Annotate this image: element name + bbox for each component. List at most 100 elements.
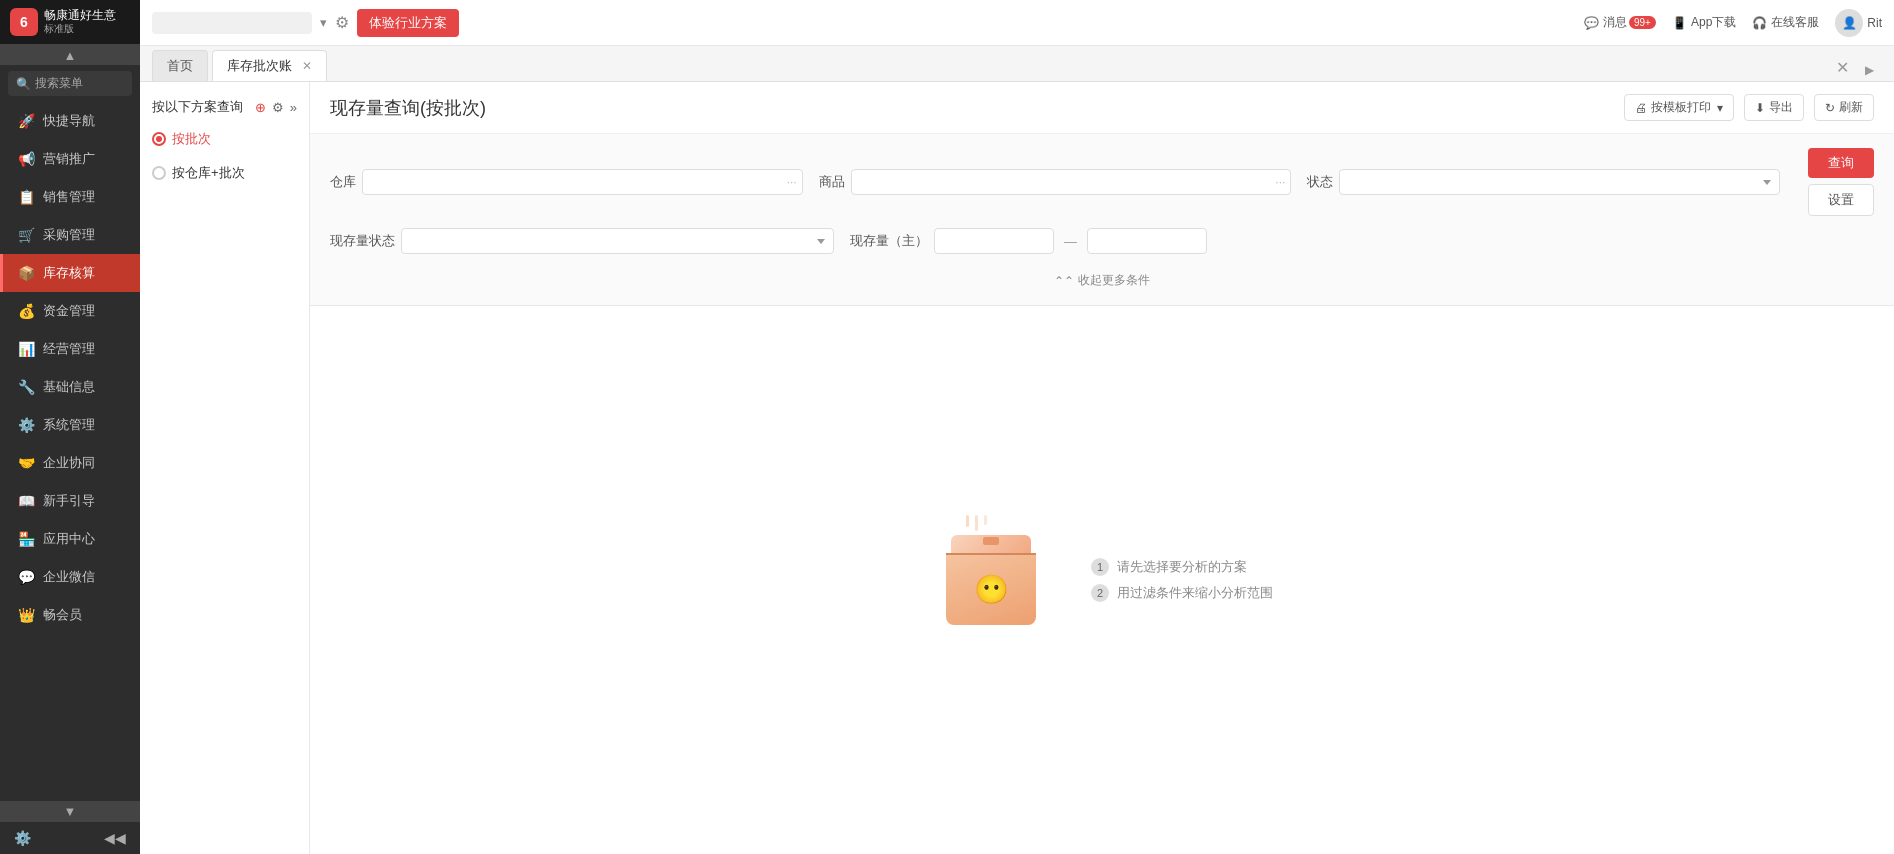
sidebar-item-label: 营销推广 bbox=[43, 150, 95, 168]
sidebar-item-basic[interactable]: 🔧 基础信息 bbox=[0, 368, 140, 406]
hint-item-2: 2 用过滤条件来缩小分析范围 bbox=[1091, 584, 1273, 602]
settings-btn[interactable]: 设置 bbox=[1808, 184, 1874, 216]
sidebar-item-marketing[interactable]: 📢 营销推广 bbox=[0, 140, 140, 178]
steam-3 bbox=[984, 515, 987, 525]
export-btn[interactable]: ⬇ 导出 bbox=[1744, 94, 1804, 121]
sidebar-item-label: 经营管理 bbox=[43, 340, 95, 358]
box-body: 😶 bbox=[946, 553, 1036, 625]
refresh-btn[interactable]: ↻ 刷新 bbox=[1814, 94, 1874, 121]
form-row-1: 仓库 ··· 商品 ··· 状态 bbox=[330, 148, 1874, 216]
user-profile[interactable]: 👤 Rit bbox=[1835, 9, 1882, 37]
hint-text-1: 请先选择要分析的方案 bbox=[1117, 558, 1247, 576]
page-content: 按以下方案查询 ⊕ ⚙ » 按批次 按仓库+批次 现存量查询(按批次) bbox=[140, 82, 1894, 854]
online-service-btn[interactable]: 🎧 在线客服 bbox=[1752, 14, 1819, 31]
stock-status-select[interactable] bbox=[401, 228, 834, 254]
box-line bbox=[946, 553, 1036, 555]
search-form: 仓库 ··· 商品 ··· 状态 bbox=[310, 134, 1894, 306]
experience-btn[interactable]: 体验行业方案 bbox=[357, 9, 459, 37]
stock-qty-group: 现存量（主） — bbox=[850, 228, 1354, 254]
product-dots-icon[interactable]: ··· bbox=[1275, 175, 1285, 189]
sidebar-item-enterprise[interactable]: 🤝 企业协同 bbox=[0, 444, 140, 482]
sidebar-item-shortcut[interactable]: 🚀 快捷导航 bbox=[0, 102, 140, 140]
user-name: Rit bbox=[1867, 16, 1882, 30]
sidebar-item-member[interactable]: 👑 畅会员 bbox=[0, 596, 140, 634]
online-service-label: 在线客服 bbox=[1771, 14, 1819, 31]
product-input[interactable] bbox=[851, 169, 1292, 195]
collapse-more-btn[interactable]: ⌃⌃ 收起更多条件 bbox=[330, 266, 1874, 291]
app-version: 标准版 bbox=[44, 22, 116, 36]
tab-close-icon[interactable]: ✕ bbox=[302, 59, 312, 73]
tab-inventory-batch[interactable]: 库存批次账 ✕ bbox=[212, 50, 327, 81]
product-label: 商品 bbox=[819, 173, 845, 191]
warehouse-label: 仓库 bbox=[330, 173, 356, 191]
phone-icon: 📱 bbox=[1672, 16, 1687, 30]
app-name: 畅康通好生意 bbox=[44, 8, 116, 22]
scroll-down-btn[interactable]: ▼ bbox=[0, 801, 140, 821]
message-icon: 💬 bbox=[1584, 16, 1599, 30]
sidebar-footer: ⚙️ ◀◀ bbox=[0, 821, 140, 854]
collapse-filter-icon[interactable]: » bbox=[290, 100, 297, 115]
form-actions: 查询 设置 bbox=[1808, 148, 1874, 216]
expand-tabs-icon[interactable]: ▶ bbox=[1857, 59, 1882, 81]
sidebar-item-appstore[interactable]: 🏪 应用中心 bbox=[0, 520, 140, 558]
filter-header-label: 按以下方案查询 bbox=[152, 98, 243, 116]
sidebar-item-weixin[interactable]: 💬 企业微信 bbox=[0, 558, 140, 596]
hint-num-2: 2 bbox=[1091, 584, 1109, 602]
add-filter-icon[interactable]: ⊕ bbox=[255, 100, 266, 115]
stock-status-group: 现存量状态 bbox=[330, 228, 834, 254]
app-logo: 6 bbox=[10, 8, 38, 36]
collapse-sidebar-icon[interactable]: ◀◀ bbox=[104, 830, 126, 846]
stock-qty-max-input[interactable] bbox=[1087, 228, 1207, 254]
sidebar-item-guide[interactable]: 📖 新手引导 bbox=[0, 482, 140, 520]
sidebar-item-operations[interactable]: 📊 经营管理 bbox=[0, 330, 140, 368]
export-icon: ⬇ bbox=[1755, 101, 1765, 115]
main-area: ▾ ⚙ 体验行业方案 💬 消息 99+ 📱 App下载 🎧 在线客服 👤 Rit bbox=[140, 0, 1894, 854]
sidebar-item-inventory[interactable]: 📦 库存核算 bbox=[0, 254, 140, 292]
right-area: 现存量查询(按批次) 🖨 按模板打印 ▾ ⬇ 导出 ↻ 刷新 bbox=[310, 82, 1894, 854]
messages-badge: 99+ bbox=[1629, 16, 1656, 29]
hint-text-2: 用过滤条件来缩小分析范围 bbox=[1117, 584, 1273, 602]
filter-item-batch[interactable]: 按批次 bbox=[140, 122, 309, 156]
empty-illustration: 😶 bbox=[931, 520, 1051, 640]
sidebar-item-finance[interactable]: 💰 资金管理 bbox=[0, 292, 140, 330]
close-tab-panel-btn[interactable]: ✕ bbox=[1828, 54, 1857, 81]
sidebar: 6 畅康通好生意 标准版 ▲ 🔍 搜索菜单 🚀 快捷导航 📢 营销推广 📋 销售… bbox=[0, 0, 140, 854]
messages-btn[interactable]: 💬 消息 99+ bbox=[1584, 14, 1656, 31]
shortcut-icon: 🚀 bbox=[17, 112, 35, 130]
sidebar-item-purchase[interactable]: 🛒 采购管理 bbox=[0, 216, 140, 254]
warehouse-input[interactable] bbox=[362, 169, 803, 195]
app-download-btn[interactable]: 📱 App下载 bbox=[1672, 14, 1736, 31]
status-select[interactable] bbox=[1339, 169, 1780, 195]
query-btn[interactable]: 查询 bbox=[1808, 148, 1874, 178]
topbar-arrow-icon[interactable]: ▾ bbox=[320, 15, 327, 30]
inventory-icon: 📦 bbox=[17, 264, 35, 282]
warehouse-dots-icon[interactable]: ··· bbox=[787, 175, 797, 189]
sidebar-item-label: 畅会员 bbox=[43, 606, 82, 624]
steam-2 bbox=[975, 515, 978, 531]
sidebar-item-label: 销售管理 bbox=[43, 188, 95, 206]
guide-icon: 📖 bbox=[17, 492, 35, 510]
filter-radio-warehouse bbox=[152, 166, 166, 180]
settings-footer-icon[interactable]: ⚙️ bbox=[14, 830, 31, 846]
topbar-left: ▾ ⚙ 体验行业方案 bbox=[152, 9, 1576, 37]
member-icon: 👑 bbox=[17, 606, 35, 624]
sidebar-item-system[interactable]: ⚙️ 系统管理 bbox=[0, 406, 140, 444]
stock-qty-min-input[interactable] bbox=[934, 228, 1054, 254]
sidebar-search[interactable]: 🔍 搜索菜单 bbox=[8, 71, 132, 96]
print-dropdown-icon[interactable]: ▾ bbox=[1717, 101, 1723, 115]
tab-home[interactable]: 首页 bbox=[152, 50, 208, 81]
topbar-gear-icon[interactable]: ⚙ bbox=[335, 13, 349, 32]
sidebar-item-label: 应用中心 bbox=[43, 530, 95, 548]
warehouse-input-wrapper: ··· bbox=[362, 169, 803, 195]
filter-item-warehouse-batch[interactable]: 按仓库+批次 bbox=[140, 156, 309, 190]
sidebar-item-label: 库存核算 bbox=[43, 264, 95, 282]
print-btn[interactable]: 🖨 按模板打印 ▾ bbox=[1624, 94, 1734, 121]
sidebar-item-sales[interactable]: 📋 销售管理 bbox=[0, 178, 140, 216]
product-input-wrapper: ··· bbox=[851, 169, 1292, 195]
page-header-actions: 🖨 按模板打印 ▾ ⬇ 导出 ↻ 刷新 bbox=[1624, 94, 1874, 121]
tabs-bar: 首页 库存批次账 ✕ ✕ ▶ bbox=[140, 46, 1894, 82]
topbar-search-input[interactable] bbox=[152, 12, 312, 34]
scroll-up-btn[interactable]: ▲ bbox=[0, 45, 140, 65]
filter-settings-icon[interactable]: ⚙ bbox=[272, 100, 284, 115]
finance-icon: 💰 bbox=[17, 302, 35, 320]
